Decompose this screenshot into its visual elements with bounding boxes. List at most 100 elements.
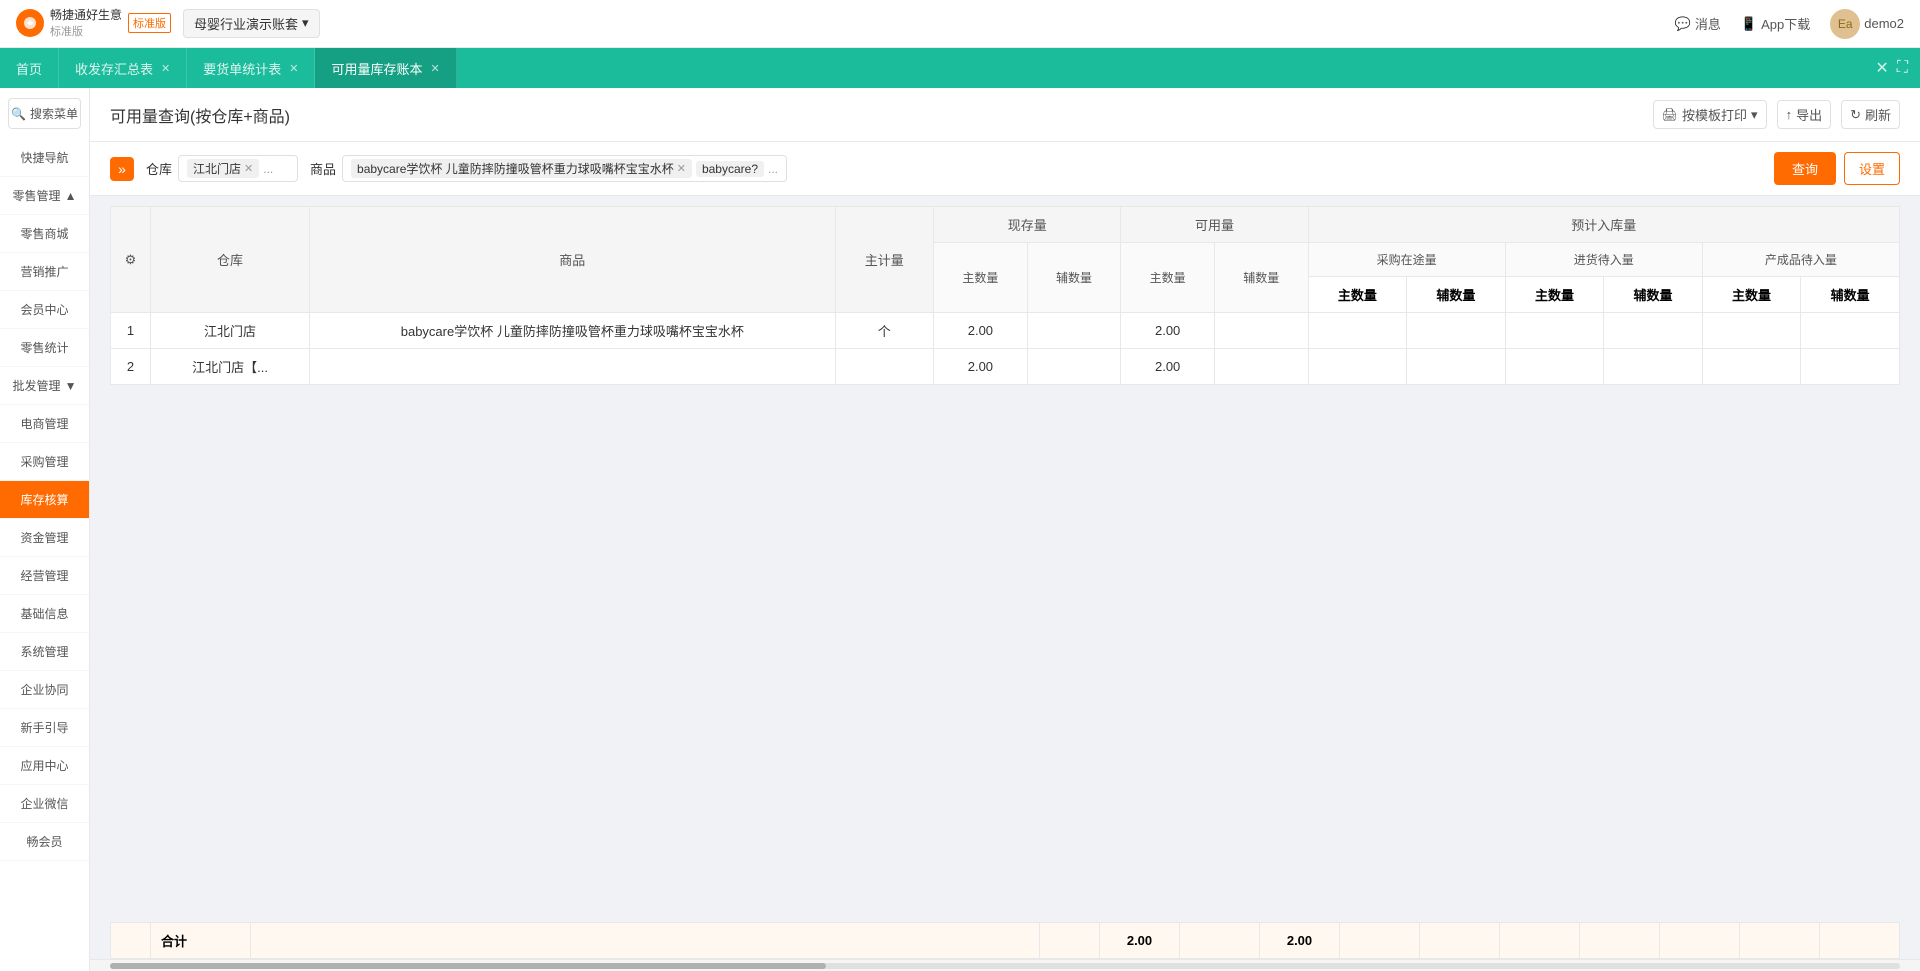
sidebar-item-enterprise-wechat[interactable]: 企业微信 [0,785,89,823]
sidebar-item-quick-nav[interactable]: 快捷导航 [0,139,89,177]
warehouse-filter-tags[interactable]: 江北门店 ✕ ... [178,155,298,182]
col-gear[interactable]: ⚙ [111,207,151,313]
warehouse-tag-1-text: 江北门店 [193,160,241,177]
product-filter-label: 商品 [310,159,336,178]
warehouse-ellipsis[interactable]: ... [263,162,273,176]
product-tag-2-text: babycare? [702,162,758,176]
refresh-label: 刷新 [1865,105,1891,124]
top-bar-left: 畅捷通好生意 标准版 标准版 母婴行业演示账套 ▾ [16,8,320,38]
row-purchase-main [1308,313,1407,349]
sidebar-item-app-center[interactable]: 应用中心 [0,747,89,785]
sidebar-item-member-label: 会员中心 [20,303,68,317]
col-production-aux: 辅数量 [1801,277,1900,313]
row-purchase-aux [1407,313,1506,349]
search-menu-btn[interactable]: 🔍 搜索菜单 [8,98,81,129]
sidebar-item-member-plus[interactable]: 畅会员 [0,823,89,861]
row-avail-main: 2.00 [1121,313,1215,349]
industry-selector[interactable]: 母婴行业演示账套 ▾ [183,9,320,38]
product-ellipsis[interactable]: ... [768,162,778,176]
footer-avail-aux-total [1340,923,1420,959]
print-icon: 🖨 [1662,107,1679,123]
sidebar-item-basic-info[interactable]: 基础信息 [0,595,89,633]
tab-receive-send[interactable]: 收发存汇总表 ✕ [59,48,187,88]
sidebar-item-ecommerce[interactable]: 电商管理 [0,405,89,443]
tab-order-stats[interactable]: 要货单统计表 ✕ [187,48,315,88]
filter-actions: 查询 设置 [1774,152,1900,185]
sidebar-item-system-mgmt[interactable]: 系统管理 [0,633,89,671]
sidebar-item-operations[interactable]: 经营管理 [0,557,89,595]
tab-order-stats-close[interactable]: ✕ [289,62,298,75]
table-container[interactable]: ⚙ 仓库 商品 主计量 现存量 可用量 预计入库量 主数量 辅数量 主数量 辅数… [90,196,1920,922]
col-purchase-main: 主数量 [1308,277,1407,313]
footer-purchase-main-total [1420,923,1500,959]
refresh-icon: ↻ [1850,107,1861,123]
sidebar-item-retail-mgmt-label: 零售管理 [13,187,61,204]
row-avail-aux [1214,349,1308,385]
col-product: 商品 [310,207,836,313]
sidebar-item-ecommerce-label: 电商管理 [20,417,68,431]
refresh-btn[interactable]: ↻ 刷新 [1841,100,1900,129]
settings-btn[interactable]: 设置 [1844,152,1900,185]
footer-area: 合计 2.00 2.00 [90,922,1920,959]
tab-available-stock[interactable]: 可用量库存账本 ✕ [315,48,456,88]
expand-icon[interactable]: ⛶ [1897,59,1908,77]
row-warehouse: 江北门店【... [151,349,310,385]
sidebar-item-inventory[interactable]: 库存核算 [0,481,89,519]
sidebar-item-retail-store[interactable]: 零售商城 [0,215,89,253]
footer-avail-main-total: 2.00 [1260,923,1340,959]
app-download-label: App下载 [1761,14,1810,33]
col-incoming-aux: 辅数量 [1604,277,1703,313]
sidebar-item-finance[interactable]: 资金管理 [0,519,89,557]
sidebar-item-purchase[interactable]: 采购管理 [0,443,89,481]
user-profile[interactable]: Ea demo2 [1830,9,1904,39]
sidebar-item-new-guide[interactable]: 新手引导 [0,709,89,747]
tab-available-stock-close[interactable]: ✕ [431,62,440,75]
col-purchase-in-transit: 采购在途量 [1308,243,1505,277]
col-incoming-pending: 进货待入量 [1505,243,1702,277]
product-tag-1: babycare学饮杯 儿童防摔防撞吸管杯重力球吸嘴杯宝宝水杯 ✕ [351,159,692,178]
sidebar-item-marketing[interactable]: 营销推广 [0,253,89,291]
warehouse-tag-1-remove[interactable]: ✕ [244,162,253,175]
app-download-btn[interactable]: 📱 App下载 [1741,14,1810,33]
tab-home[interactable]: 首页 [0,48,59,88]
industry-label: 母婴行业演示账套 [194,14,298,33]
col-production-main: 主数量 [1702,277,1801,313]
logo-text-container: 畅捷通好生意 标准版 [50,8,122,38]
print-chevron-icon: ▾ [1751,107,1758,123]
logo-text: 畅捷通好生意 [50,8,122,22]
row-warehouse: 江北门店 [151,313,310,349]
footer-product-cell [251,923,1040,959]
tab-receive-send-close[interactable]: ✕ [161,62,170,75]
row-seq: 2 [111,349,151,385]
product-filter-tags[interactable]: babycare学饮杯 儿童防摔防撞吸管杯重力球吸嘴杯宝宝水杯 ✕ babyca… [342,155,787,182]
close-all-icon[interactable]: ✕ [1875,58,1888,78]
sidebar-item-retail-mgmt[interactable]: 零售管理 ▲ [0,177,89,215]
tab-receive-send-label: 收发存汇总表 [75,59,153,78]
footer-incoming-main-total [1580,923,1660,959]
col-production-pending: 产成品待入量 [1702,243,1899,277]
tab-home-label: 首页 [16,59,42,78]
sidebar-item-system-mgmt-label: 系统管理 [20,645,68,659]
sidebar-item-retail-stats[interactable]: 零售统计 [0,329,89,367]
footer-production-aux-total [1820,923,1900,959]
bottom-scrollbar[interactable] [90,959,1920,971]
page-actions: 🖨 按模板打印 ▾ ↑ 导出 ↻ 刷新 [1653,100,1901,129]
product-tag-1-remove[interactable]: ✕ [677,162,686,175]
product-tag-2: babycare? [696,161,764,177]
page-title: 可用量查询(按仓库+商品) [110,103,290,127]
row-product: babycare学饮杯 儿童防摔防撞吸管杯重力球吸嘴杯宝宝水杯 [310,313,836,349]
message-label: 消息 [1695,14,1721,33]
message-btn[interactable]: 💬 消息 [1675,14,1721,33]
sidebar-item-wholesale-mgmt[interactable]: 批发管理 ▼ [0,367,89,405]
print-btn[interactable]: 🖨 按模板打印 ▾ [1653,100,1767,129]
footer-label-cell: 合计 [151,923,251,959]
row-current-aux [1027,313,1121,349]
export-btn[interactable]: ↑ 导出 [1777,100,1832,129]
query-btn[interactable]: 查询 [1774,152,1836,185]
sidebar-item-basic-info-label: 基础信息 [20,607,68,621]
row-avail-main: 2.00 [1121,349,1215,385]
sidebar-item-member[interactable]: 会员中心 [0,291,89,329]
filter-expand-btn[interactable]: » [110,157,134,181]
sidebar-item-enterprise[interactable]: 企业协同 [0,671,89,709]
sidebar-item-new-guide-label: 新手引导 [20,721,68,735]
